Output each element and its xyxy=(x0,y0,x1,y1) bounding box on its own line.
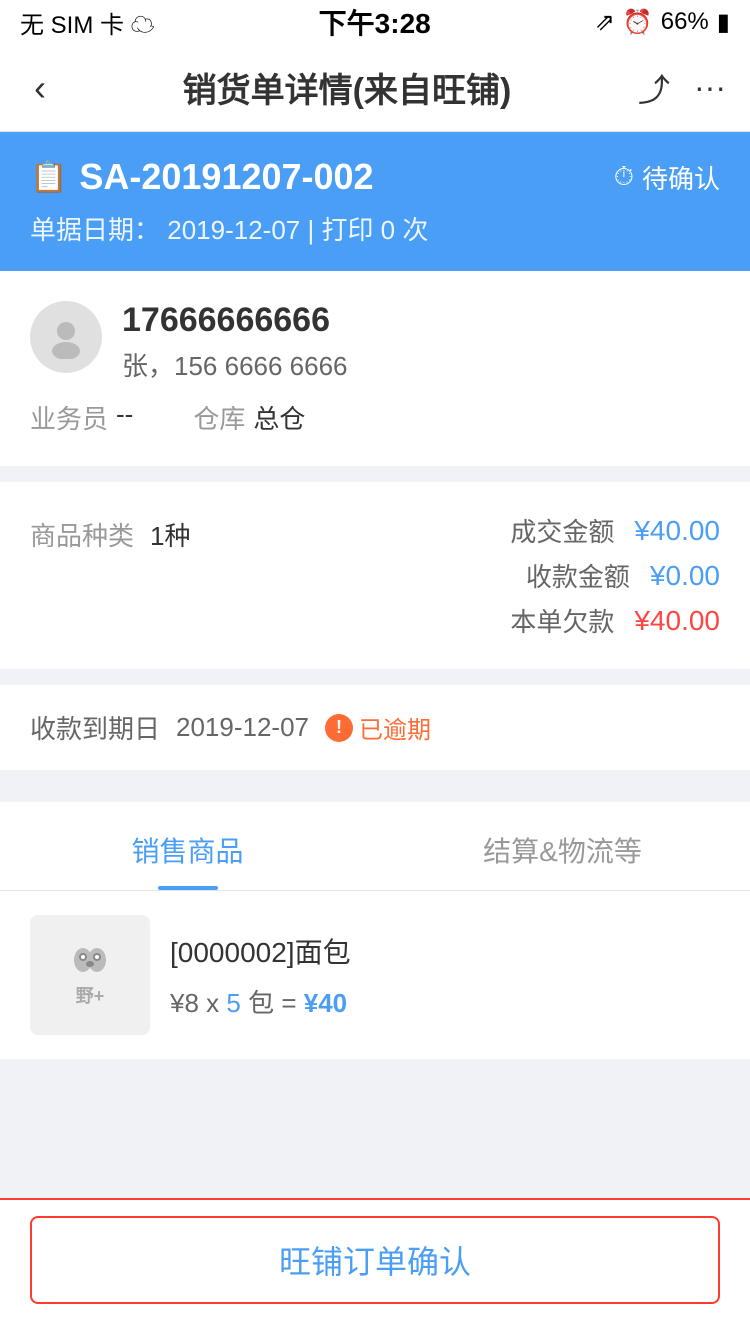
brand-text: 野+ xyxy=(76,982,105,1008)
status-right: ⇗ ⏰ 66% ▮ xyxy=(595,8,730,37)
deal-amount-label: 成交金额 xyxy=(510,512,614,549)
clock-icon: ⏱ xyxy=(614,161,634,193)
order-status: ⏱ 待确认 xyxy=(614,159,720,196)
print-info: | 打印 0 次 xyxy=(307,215,428,245)
divider xyxy=(0,786,750,802)
overdue-icon: ! xyxy=(325,714,353,742)
owed-label: 本单欠款 xyxy=(510,602,614,639)
equals-sign: = xyxy=(281,988,303,1018)
order-header: 📋 SA-20191207-002 ⏱ 待确认 单据日期： 2019-12-07… xyxy=(0,132,750,271)
tab-settlement-logistics[interactable]: 结算&物流等 xyxy=(375,802,750,890)
product-type-value: 1种 xyxy=(150,516,190,553)
product-qty: 5 xyxy=(226,988,240,1018)
battery-level: 66% xyxy=(661,8,709,36)
due-date-value: 2019-12-07 xyxy=(176,712,309,743)
due-section: 收款到期日 2019-12-07 ! 已逾期 xyxy=(0,685,750,770)
share-icon[interactable]: ⤴ xyxy=(638,65,670,111)
warehouse-label: 仓库 xyxy=(193,399,245,436)
summary-left: 商品种类 1种 xyxy=(30,512,190,553)
order-id-text: SA-20191207-002 xyxy=(79,156,373,198)
product-info: [0000002]面包 ¥8 x 5 包 = ¥40 xyxy=(170,931,720,1020)
owed-value: ¥40.00 xyxy=(634,605,720,637)
confirm-order-button[interactable]: 旺铺订单确认 xyxy=(30,1216,720,1304)
status-time: 下午3:28 xyxy=(319,2,431,42)
confirm-btn-label: 旺铺订单确认 xyxy=(279,1237,471,1283)
customer-section: 17666666666 张，156 6666 6666 业务员 -- 仓库 总仓 xyxy=(0,271,750,466)
sales-label: 业务员 xyxy=(30,399,108,436)
product-unit: 包 xyxy=(248,988,274,1018)
unit-price: ¥8 xyxy=(170,988,199,1018)
deal-amount-value: ¥40.00 xyxy=(634,515,720,547)
page-title: 销货单详情(来自旺铺) xyxy=(183,63,512,112)
product-total: ¥40 xyxy=(304,988,347,1018)
location-icon: ⇗ xyxy=(595,8,615,37)
price-separator: x xyxy=(206,988,226,1018)
nav-actions: ⤴ ··· xyxy=(638,65,726,111)
more-icon[interactable]: ··· xyxy=(694,69,726,106)
warehouse-item: 仓库 总仓 xyxy=(193,399,305,436)
tab-sales-products[interactable]: 销售商品 xyxy=(0,802,375,890)
order-id: 📋 SA-20191207-002 xyxy=(30,156,374,198)
due-date-label: 收款到期日 xyxy=(30,709,160,746)
date-label: 单据日期： xyxy=(30,215,160,245)
order-header-top: 📋 SA-20191207-002 ⏱ 待确认 xyxy=(30,156,720,198)
status-bar: 无 SIM 卡 ☁ 下午3:28 ⇗ ⏰ 66% ▮ xyxy=(0,0,750,44)
battery-icon: ▮ xyxy=(717,8,730,37)
customer-name: 张，156 6666 6666 xyxy=(122,346,720,383)
customer-info: 17666666666 张，156 6666 6666 xyxy=(122,301,720,383)
overdue-badge: ! 已逾期 xyxy=(325,710,431,745)
summary-section: 商品种类 1种 成交金额 ¥40.00 收款金额 ¥0.00 本单欠款 ¥40.… xyxy=(0,482,750,669)
order-date: 2019-12-07 xyxy=(167,215,300,245)
product-price: ¥8 x 5 包 = ¥40 xyxy=(170,983,720,1020)
nav-bar: ‹ 销货单详情(来自旺铺) ⤴ ··· xyxy=(0,44,750,132)
customer-row: 17666666666 张，156 6666 6666 xyxy=(30,301,720,383)
overdue-text: 已逾期 xyxy=(359,710,431,745)
tabs: 销售商品 结算&物流等 xyxy=(0,802,750,891)
customer-phone: 17666666666 xyxy=(122,301,720,340)
sales-value: -- xyxy=(116,399,133,436)
product-thumbnail: 野+ xyxy=(30,915,150,1035)
received-row: 收款金额 ¥0.00 xyxy=(526,557,720,594)
product-section: 野+ [0000002]面包 ¥8 x 5 包 = ¥40 xyxy=(0,891,750,1059)
owed-row: 本单欠款 ¥40.00 xyxy=(510,602,720,639)
back-button[interactable]: ‹ xyxy=(24,57,56,119)
invoice-icon: 📋 xyxy=(30,160,67,195)
status-text: 待确认 xyxy=(642,159,720,196)
avatar xyxy=(30,301,102,373)
received-value: ¥0.00 xyxy=(650,560,720,592)
summary-right: 成交金额 ¥40.00 收款金额 ¥0.00 本单欠款 ¥40.00 xyxy=(510,512,720,639)
confirm-button-wrapper: 旺铺订单确认 xyxy=(0,1198,750,1334)
product-item: 野+ [0000002]面包 ¥8 x 5 包 = ¥40 xyxy=(0,891,750,1059)
product-type-label: 商品种类 xyxy=(30,516,134,553)
product-name: [0000002]面包 xyxy=(170,931,720,971)
customer-meta: 业务员 -- 仓库 总仓 xyxy=(30,399,720,436)
received-label: 收款金额 xyxy=(526,557,630,594)
sim-status: 无 SIM 卡 ☁ xyxy=(20,5,155,40)
alarm-icon: ⏰ xyxy=(623,8,653,37)
order-meta: 单据日期： 2019-12-07 | 打印 0 次 xyxy=(30,210,720,247)
status-left: 无 SIM 卡 ☁ xyxy=(20,5,155,40)
deal-amount-row: 成交金额 ¥40.00 xyxy=(510,512,720,549)
warehouse-value: 总仓 xyxy=(253,399,305,436)
sales-item: 业务员 -- xyxy=(30,399,133,436)
